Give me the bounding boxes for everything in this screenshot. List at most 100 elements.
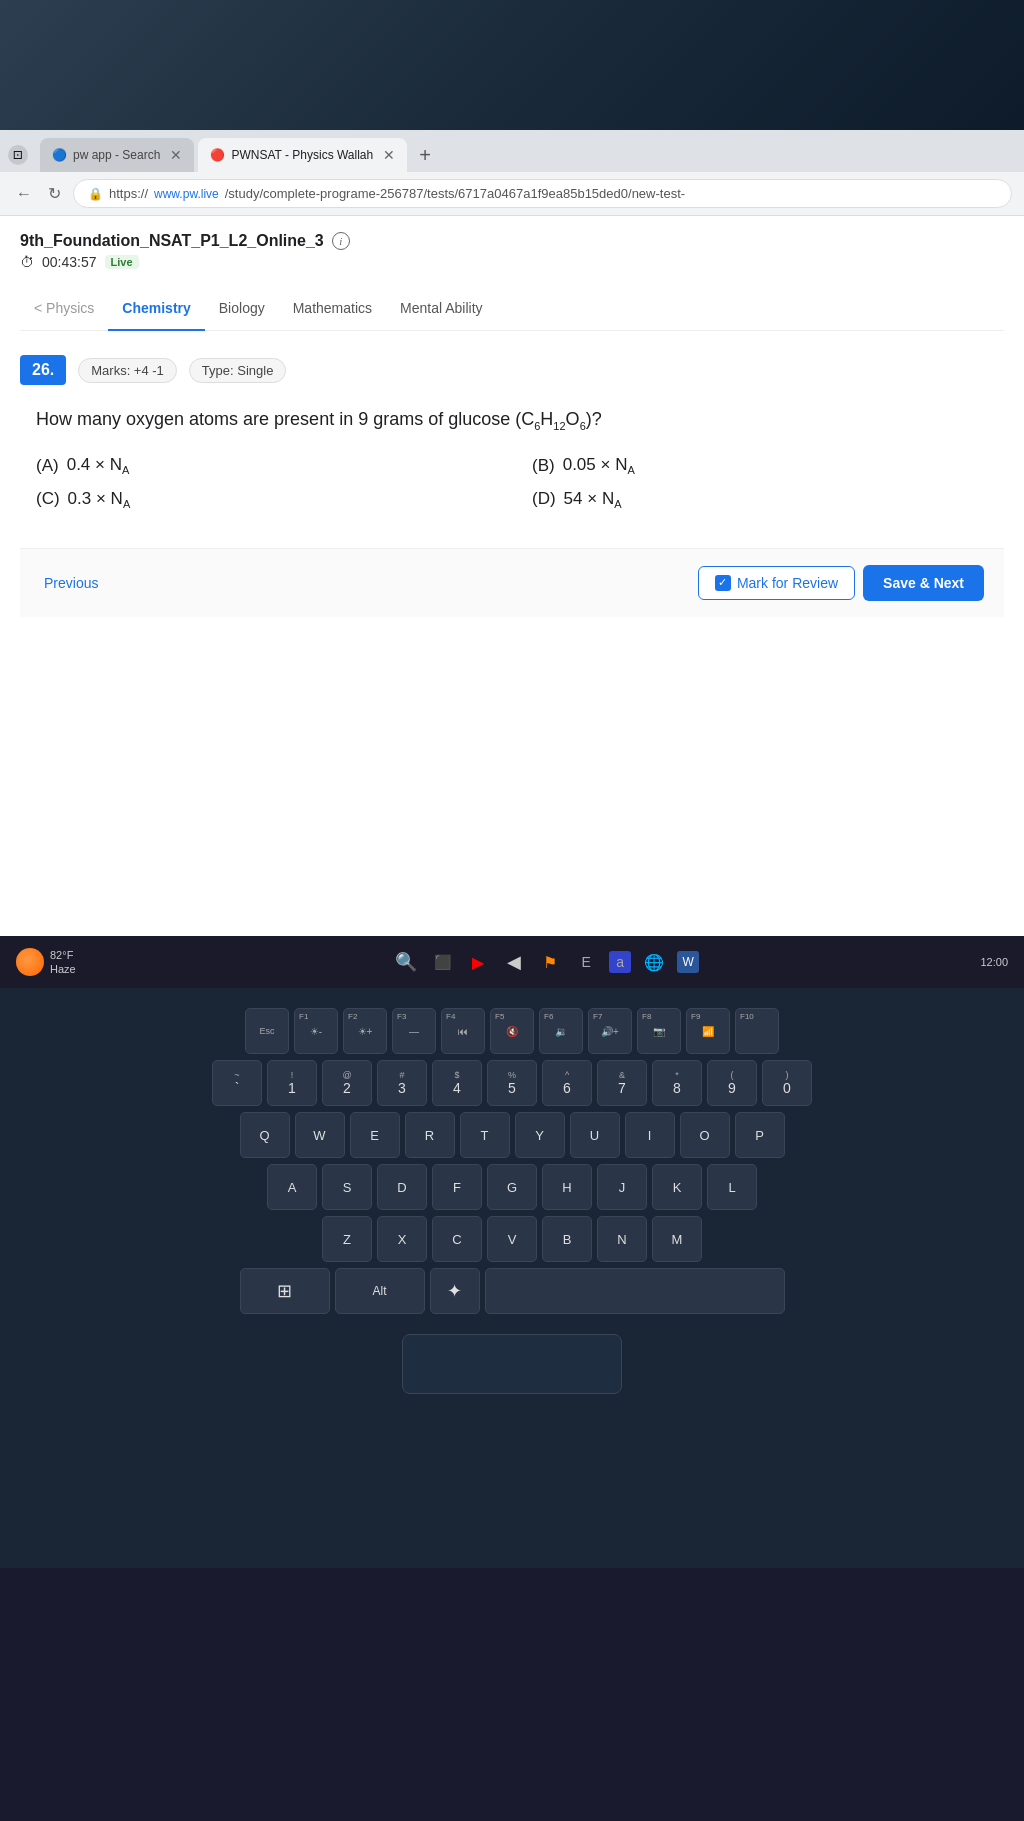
tab2-close[interactable]: ✕: [383, 147, 395, 163]
subject-tab-chemistry[interactable]: Chemistry: [108, 294, 204, 322]
key-a[interactable]: A: [267, 1164, 317, 1210]
key-i[interactable]: I: [625, 1112, 675, 1158]
minimize-button[interactable]: ⚀: [8, 145, 28, 165]
refresh-button[interactable]: ↻: [44, 180, 65, 207]
tab1-label: pw app - Search: [73, 148, 160, 162]
key-q[interactable]: Q: [240, 1112, 290, 1158]
taskbar-browser[interactable]: 🌐: [641, 949, 667, 975]
key-1[interactable]: !1: [267, 1060, 317, 1106]
key-tilde[interactable]: ~`: [212, 1060, 262, 1106]
key-f2[interactable]: F2☀+: [343, 1008, 387, 1054]
tab-pw-search[interactable]: 🔵 pw app - Search ✕: [40, 138, 194, 172]
taskbar-letter-a[interactable]: a: [609, 951, 631, 973]
option-c[interactable]: (C) 0.3 × NA: [36, 489, 492, 510]
key-2[interactable]: @2: [322, 1060, 372, 1106]
weather-icon: [16, 948, 44, 976]
key-7[interactable]: &7: [597, 1060, 647, 1106]
key-9[interactable]: (9: [707, 1060, 757, 1106]
key-o[interactable]: O: [680, 1112, 730, 1158]
url-bar[interactable]: 🔒 https://www.pw.live/study/complete-pro…: [73, 179, 1012, 208]
subject-tab-physics[interactable]: Physics: [20, 294, 108, 322]
mark-review-label: Mark for Review: [737, 575, 838, 591]
back-button[interactable]: ←: [12, 181, 36, 207]
key-esc[interactable]: Esc: [245, 1008, 289, 1054]
option-a[interactable]: (A) 0.4 × NA: [36, 455, 492, 476]
key-t[interactable]: T: [460, 1112, 510, 1158]
key-f4[interactable]: F4⏮: [441, 1008, 485, 1054]
question-header: 26. Marks: +4 -1 Type: Single: [20, 355, 1004, 385]
new-tab-button[interactable]: +: [411, 144, 439, 167]
tab-pwnsat[interactable]: 🔴 PWNSAT - Physics Wallah ✕: [198, 138, 407, 172]
laptop-bg-top: [0, 0, 1024, 130]
key-p[interactable]: P: [735, 1112, 785, 1158]
url-path: /study/complete-programe-256787/tests/67…: [225, 186, 685, 201]
key-5[interactable]: %5: [487, 1060, 537, 1106]
key-3[interactable]: #3: [377, 1060, 427, 1106]
mark-review-button[interactable]: ✓ Mark for Review: [698, 566, 855, 600]
key-f8[interactable]: F8📷: [637, 1008, 681, 1054]
key-s[interactable]: S: [322, 1164, 372, 1210]
key-w[interactable]: W: [295, 1112, 345, 1158]
key-star[interactable]: ✦: [430, 1268, 480, 1314]
key-space[interactable]: [485, 1268, 785, 1314]
subject-tab-mathematics[interactable]: Mathematics: [279, 294, 386, 322]
taskbar-word[interactable]: W: [677, 951, 699, 973]
key-f1[interactable]: F1☀-: [294, 1008, 338, 1054]
key-n[interactable]: N: [597, 1216, 647, 1262]
taskbar-youtube[interactable]: ▶: [465, 949, 491, 975]
key-alt[interactable]: Alt: [335, 1268, 425, 1314]
key-f5[interactable]: F5🔇: [490, 1008, 534, 1054]
option-d[interactable]: (D) 54 × NA: [532, 489, 988, 510]
key-z[interactable]: Z: [322, 1216, 372, 1262]
key-f6[interactable]: F6🔉: [539, 1008, 583, 1054]
key-4[interactable]: $4: [432, 1060, 482, 1106]
key-m[interactable]: M: [652, 1216, 702, 1262]
subject-tab-mental-ability[interactable]: Mental Ability: [386, 294, 496, 322]
key-u[interactable]: U: [570, 1112, 620, 1158]
key-f[interactable]: F: [432, 1164, 482, 1210]
key-0[interactable]: )0: [762, 1060, 812, 1106]
tab1-close[interactable]: ✕: [170, 147, 182, 163]
key-f10[interactable]: F10: [735, 1008, 779, 1054]
taskbar-arrow[interactable]: ◀: [501, 949, 527, 975]
key-f3[interactable]: F3—: [392, 1008, 436, 1054]
taskbar-center: 🔍 ⬛ ▶ ◀ ⚑ E a 🌐 W: [84, 949, 973, 975]
page-title: 9th_Foundation_NSAT_P1_L2_Online_3: [20, 232, 324, 250]
key-h[interactable]: H: [542, 1164, 592, 1210]
key-8[interactable]: *8: [652, 1060, 702, 1106]
key-b[interactable]: B: [542, 1216, 592, 1262]
key-r[interactable]: R: [405, 1112, 455, 1158]
taskbar-letter-e[interactable]: E: [573, 949, 599, 975]
trackpad[interactable]: [402, 1334, 622, 1394]
keyboard-area: Esc F1☀- F2☀+ F3— F4⏮ F5🔇 F6🔉 F7🔊+ F8📷 F…: [0, 988, 1024, 1568]
key-d[interactable]: D: [377, 1164, 427, 1210]
option-a-value: 0.4 × NA: [67, 455, 130, 476]
key-g[interactable]: G: [487, 1164, 537, 1210]
keyboard-bottom-row: ⊞ Alt ✦: [10, 1268, 1014, 1314]
key-windows-left[interactable]: ⊞: [240, 1268, 330, 1314]
subject-tab-biology[interactable]: Biology: [205, 294, 279, 322]
taskbar-app-2[interactable]: ⚑: [537, 949, 563, 975]
key-v[interactable]: V: [487, 1216, 537, 1262]
taskbar-app-1[interactable]: ⬛: [429, 949, 455, 975]
search-taskbar-button[interactable]: 🔍: [393, 949, 419, 975]
key-6[interactable]: ^6: [542, 1060, 592, 1106]
key-k[interactable]: K: [652, 1164, 702, 1210]
key-j[interactable]: J: [597, 1164, 647, 1210]
right-actions: ✓ Mark for Review Save & Next: [698, 565, 984, 601]
save-next-button[interactable]: Save & Next: [863, 565, 984, 601]
key-y[interactable]: Y: [515, 1112, 565, 1158]
key-c[interactable]: C: [432, 1216, 482, 1262]
option-b[interactable]: (B) 0.05 × NA: [532, 455, 988, 476]
key-l[interactable]: L: [707, 1164, 757, 1210]
key-f7[interactable]: F7🔊+: [588, 1008, 632, 1054]
key-e[interactable]: E: [350, 1112, 400, 1158]
info-icon[interactable]: i: [332, 232, 350, 250]
taskbar-right: 12:00: [980, 956, 1008, 968]
key-f9[interactable]: F9📶: [686, 1008, 730, 1054]
start-button[interactable]: [357, 949, 383, 975]
previous-button[interactable]: Previous: [40, 567, 102, 599]
key-x[interactable]: X: [377, 1216, 427, 1262]
weather-desc: Haze: [50, 962, 76, 976]
keyboard-number-row: ~` !1 @2 #3 $4 %5 ^6 &7 *8 (9 )0: [10, 1060, 1014, 1106]
